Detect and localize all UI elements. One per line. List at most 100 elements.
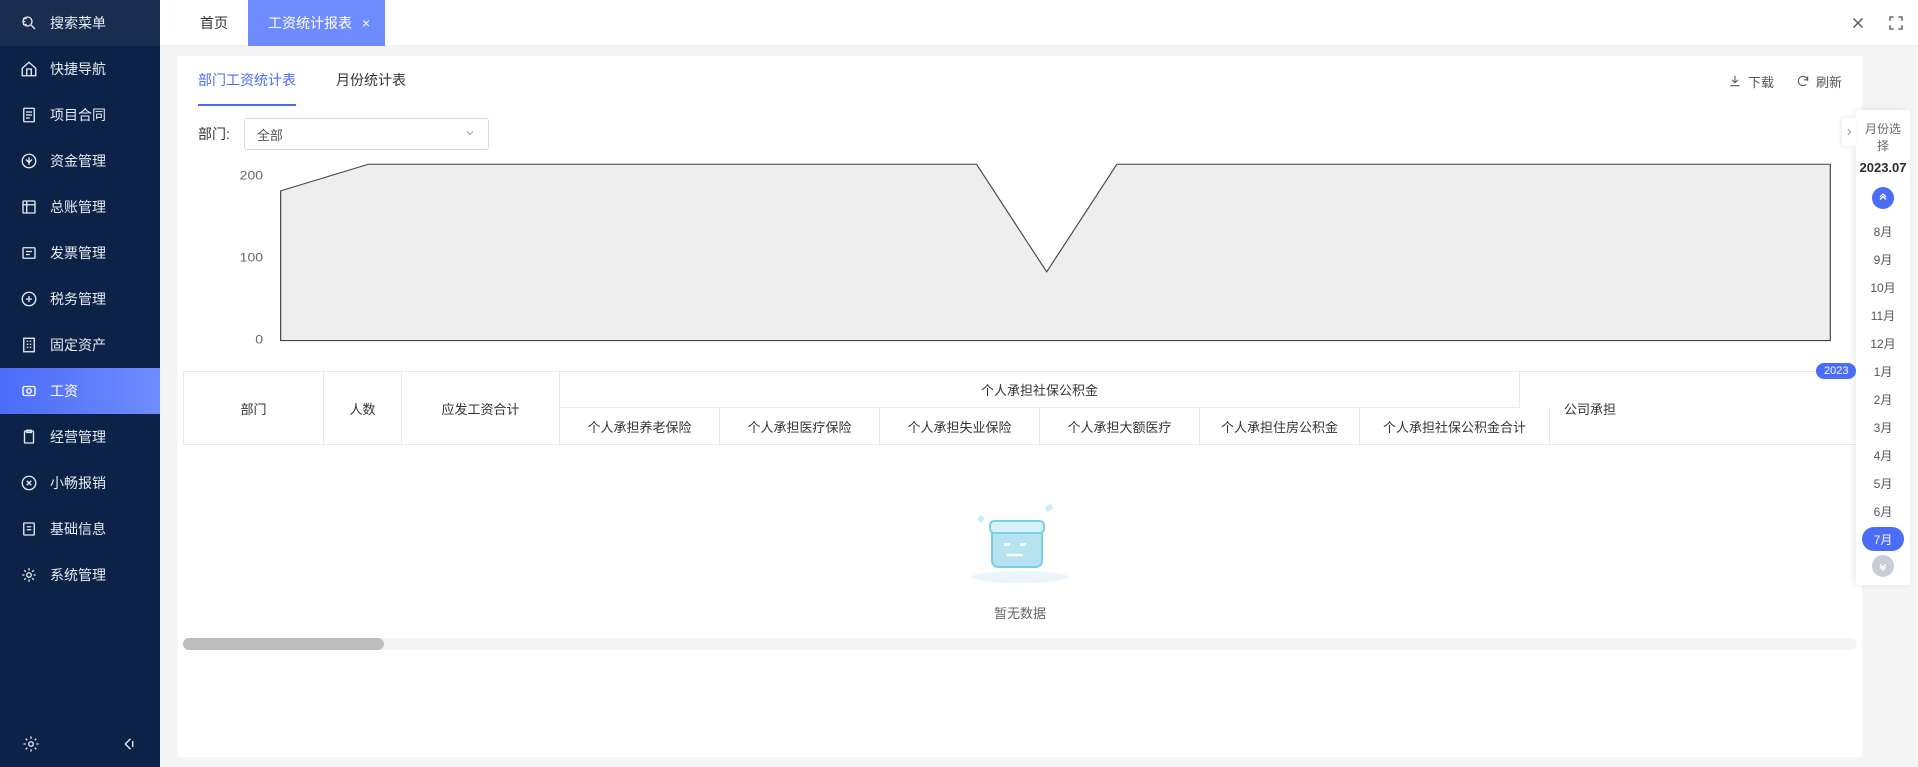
coin-icon xyxy=(20,152,38,170)
sidebar-item-ledger[interactable]: 总账管理 xyxy=(0,184,160,230)
expense-icon xyxy=(20,474,38,492)
sidebar-item-label: 发票管理 xyxy=(50,243,106,263)
contract-icon xyxy=(20,106,38,124)
month-item[interactable]: 8月 xyxy=(1856,217,1910,245)
month-item[interactable]: 9月 xyxy=(1856,245,1910,273)
sidebar-item-search[interactable]: 搜索菜单 xyxy=(0,0,160,46)
month-scroll-up[interactable] xyxy=(1872,187,1894,209)
download-icon xyxy=(1728,74,1742,88)
search-icon xyxy=(20,14,38,32)
info-icon xyxy=(20,520,38,538)
sidebar-item-expense[interactable]: 小畅报销 xyxy=(0,460,160,506)
month-item[interactable]: 1月2023 xyxy=(1856,357,1910,385)
salary-icon xyxy=(20,382,38,400)
th-count: 人数 xyxy=(324,372,402,444)
sidebar-item-business[interactable]: 经营管理 xyxy=(0,414,160,460)
collapse-sidebar-icon[interactable] xyxy=(120,735,138,753)
sidebar-item-label: 固定资产 xyxy=(50,335,106,355)
tabs-strip: 首页 工资统计报表 × xyxy=(160,0,1918,46)
chevron-down-icon xyxy=(464,127,476,142)
salary-chart: 200 100 0 xyxy=(178,154,1862,359)
month-item[interactable]: 6月 xyxy=(1856,497,1910,525)
invoice-icon xyxy=(20,244,38,262)
month-item[interactable]: 3月 xyxy=(1856,413,1910,441)
month-panel-current: 2023.07 xyxy=(1856,160,1910,183)
clipboard-icon xyxy=(20,428,38,446)
month-selector-panel: 月份选择 2023.07 8月9月10月11月12月1月20232月3月4月5月… xyxy=(1856,110,1910,585)
month-item[interactable]: 12月 xyxy=(1856,329,1910,357)
building-icon xyxy=(20,336,38,354)
th-medical: 个人承担医疗保险 xyxy=(720,408,880,444)
sidebar-item-quicknav[interactable]: 快捷导航 xyxy=(0,46,160,92)
subtab-dept[interactable]: 部门工资统计表 xyxy=(198,56,296,106)
sidebar-item-label: 总账管理 xyxy=(50,197,106,217)
page-card: 部门工资统计表 月份统计表 下载 刷新 部门: 全部 xyxy=(178,56,1862,757)
close-icon[interactable]: × xyxy=(362,15,370,31)
y-tick-100: 100 xyxy=(240,250,263,264)
collapse-month-panel[interactable] xyxy=(1842,118,1856,146)
dept-select[interactable]: 全部 xyxy=(244,118,489,150)
sidebar-item-label: 小畅报销 xyxy=(50,473,106,493)
sidebar-item-assets[interactable]: 固定资产 xyxy=(0,322,160,368)
th-dept: 部门 xyxy=(184,372,324,444)
sidebar-item-label: 工资 xyxy=(50,381,78,401)
tab-salary-report[interactable]: 工资统计报表 × xyxy=(248,0,385,46)
tab-label: 工资统计报表 xyxy=(268,13,352,33)
empty-text: 暂无数据 xyxy=(994,603,1046,622)
sidebar-item-tax[interactable]: 税务管理 xyxy=(0,276,160,322)
sidebar-item-label: 系统管理 xyxy=(50,565,106,585)
month-item[interactable]: 7月 xyxy=(1862,527,1904,551)
scroll-thumb[interactable] xyxy=(183,638,384,650)
month-item[interactable]: 2月 xyxy=(1856,385,1910,413)
ledger-icon xyxy=(20,198,38,216)
download-button[interactable]: 下载 xyxy=(1728,72,1774,91)
horizontal-scrollbar[interactable] xyxy=(183,638,1857,650)
close-all-tabs-icon[interactable] xyxy=(1848,13,1868,33)
gear-icon[interactable] xyxy=(22,735,40,753)
filter-label: 部门: xyxy=(198,124,230,144)
salary-table: 部门 人数 应发工资合计 个人承担社保公积金 个人承担养老保险 个人承担医疗保险… xyxy=(183,371,1857,632)
sidebar-item-salary[interactable]: 工资 xyxy=(0,368,160,414)
th-personal-total: 个人承担社保公积金合计 xyxy=(1360,408,1550,444)
month-item[interactable]: 10月 xyxy=(1856,273,1910,301)
sidebar-item-label: 搜索菜单 xyxy=(50,13,106,33)
refresh-icon xyxy=(1796,74,1810,88)
y-tick-200: 200 xyxy=(240,168,263,182)
sidebar-item-label: 经营管理 xyxy=(50,427,106,447)
th-large-med: 个人承担大额医疗 xyxy=(1040,408,1200,444)
th-gross: 应发工资合计 xyxy=(402,372,560,444)
sidebar-item-label: 项目合同 xyxy=(50,105,106,125)
th-housing: 个人承担住房公积金 xyxy=(1200,408,1360,444)
system-icon xyxy=(20,566,38,584)
month-scroll-down[interactable] xyxy=(1872,555,1894,577)
sidebar-item-project[interactable]: 项目合同 xyxy=(0,92,160,138)
month-panel-title: 月份选择 xyxy=(1856,110,1910,160)
home-icon xyxy=(20,60,38,78)
year-tag: 2023 xyxy=(1816,363,1856,379)
th-group-personal: 个人承担社保公积金 xyxy=(560,372,1520,408)
empty-illustration xyxy=(960,485,1080,585)
th-company: 公司承担 xyxy=(1550,372,1630,444)
tax-icon xyxy=(20,290,38,308)
refresh-button[interactable]: 刷新 xyxy=(1796,72,1842,91)
tab-home[interactable]: 首页 xyxy=(180,0,248,46)
sidebar-item-system[interactable]: 系统管理 xyxy=(0,552,160,598)
sidebar-item-baseinfo[interactable]: 基础信息 xyxy=(0,506,160,552)
month-item[interactable]: 11月 xyxy=(1856,301,1910,329)
sidebar-item-label: 税务管理 xyxy=(50,289,106,309)
sidebar: 搜索菜单 快捷导航 项目合同 资金管理 总账管理 发票管理 xyxy=(0,0,160,767)
sidebar-item-label: 资金管理 xyxy=(50,151,106,171)
month-item[interactable]: 4月 xyxy=(1856,441,1910,469)
empty-state: 暂无数据 xyxy=(183,445,1857,632)
sidebar-item-invoice[interactable]: 发票管理 xyxy=(0,230,160,276)
subtab-month[interactable]: 月份统计表 xyxy=(336,56,406,106)
sidebar-item-funds[interactable]: 资金管理 xyxy=(0,138,160,184)
sidebar-item-label: 快捷导航 xyxy=(50,59,106,79)
main-area: 首页 工资统计报表 × 部门工资统计表 月份统计表 下载 xyxy=(160,0,1918,767)
month-item[interactable]: 5月 xyxy=(1856,469,1910,497)
fullscreen-icon[interactable] xyxy=(1886,13,1906,33)
y-tick-0: 0 xyxy=(255,332,263,346)
th-unemploy: 个人承担失业保险 xyxy=(880,408,1040,444)
th-pension: 个人承担养老保险 xyxy=(560,408,720,444)
sidebar-item-label: 基础信息 xyxy=(50,519,106,539)
